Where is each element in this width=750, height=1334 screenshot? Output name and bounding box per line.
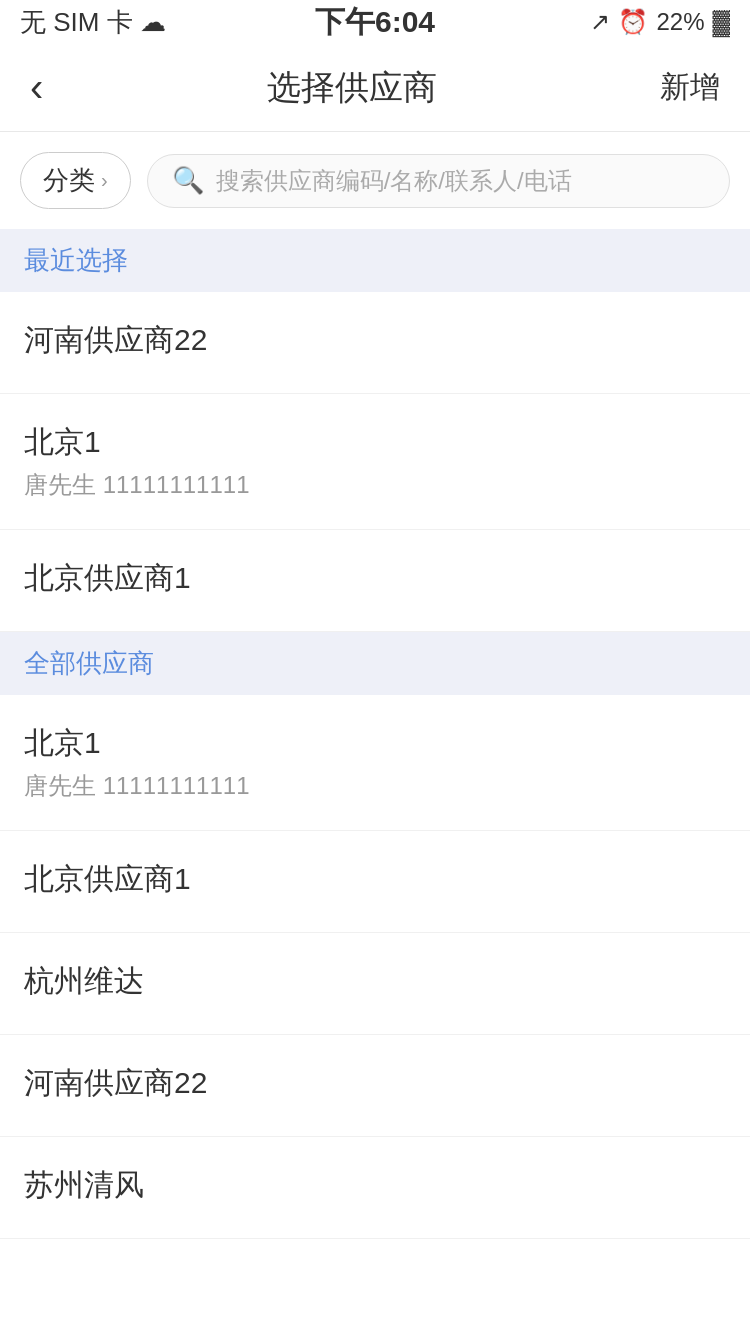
item-sub: 唐先生 11111111111 — [24, 770, 726, 802]
status-right: ↗ ⏰ 22% ▓ — [590, 8, 730, 36]
search-icon: 🔍 — [172, 165, 204, 196]
item-name: 河南供应商22 — [24, 320, 726, 361]
all-items-list: 北京1 唐先生 11111111111 北京供应商1 杭州维达河南供应商22 苏州清风 — [0, 695, 750, 1239]
item-name: 杭州维达 — [24, 961, 726, 1002]
chevron-right-icon: › — [101, 169, 108, 192]
item-name: 河南供应商22 — [24, 1063, 726, 1104]
back-button[interactable]: ‹ — [30, 65, 43, 110]
list-item[interactable]: 苏州清风 — [0, 1137, 750, 1239]
all-section-header: 全部供应商 — [0, 632, 750, 695]
all-section-label: 全部供应商 — [24, 648, 154, 678]
recent-section-header: 最近选择 — [0, 229, 750, 292]
status-left: 无 SIM 卡 ☁ — [20, 5, 166, 40]
status-time: 下午6:04 — [315, 2, 435, 43]
item-name: 北京供应商1 — [24, 859, 726, 900]
alarm-icon: ⏰ — [618, 8, 648, 36]
list-item[interactable]: 河南供应商22 — [0, 1035, 750, 1137]
list-item[interactable]: 北京1 唐先生 11111111111 — [0, 695, 750, 831]
battery-label: 22% — [656, 8, 704, 36]
status-bar: 无 SIM 卡 ☁ 下午6:04 ↗ ⏰ 22% ▓ — [0, 0, 750, 44]
search-placeholder: 搜索供应商编码/名称/联系人/电话 — [216, 165, 572, 197]
list-item[interactable]: 北京供应商1 — [0, 831, 750, 933]
battery-icon: ▓ — [713, 8, 731, 36]
list-item[interactable]: 北京1 唐先生 11111111111 — [0, 394, 750, 530]
item-name: 北京1 — [24, 422, 726, 463]
list-item[interactable]: 河南供应商22 — [0, 292, 750, 394]
sim-label: 无 SIM 卡 ☁ — [20, 5, 166, 40]
nav-bar: ‹ 选择供应商 新增 — [0, 44, 750, 132]
category-label: 分类 — [43, 163, 95, 198]
recent-items-list: 河南供应商22 北京1 唐先生 11111111111 北京供应商1 — [0, 292, 750, 632]
add-button[interactable]: 新增 — [660, 67, 720, 108]
search-box[interactable]: 🔍 搜索供应商编码/名称/联系人/电话 — [147, 154, 730, 208]
list-item[interactable]: 杭州维达 — [0, 933, 750, 1035]
item-name: 苏州清风 — [24, 1165, 726, 1206]
item-sub: 唐先生 11111111111 — [24, 469, 726, 501]
category-button[interactable]: 分类 › — [20, 152, 131, 209]
page-title: 选择供应商 — [267, 65, 437, 111]
item-name: 北京供应商1 — [24, 558, 726, 599]
list-item[interactable]: 北京供应商1 — [0, 530, 750, 632]
item-name: 北京1 — [24, 723, 726, 764]
recent-section-label: 最近选择 — [24, 245, 128, 275]
location-icon: ↗ — [590, 8, 610, 36]
search-row: 分类 › 🔍 搜索供应商编码/名称/联系人/电话 — [0, 132, 750, 229]
